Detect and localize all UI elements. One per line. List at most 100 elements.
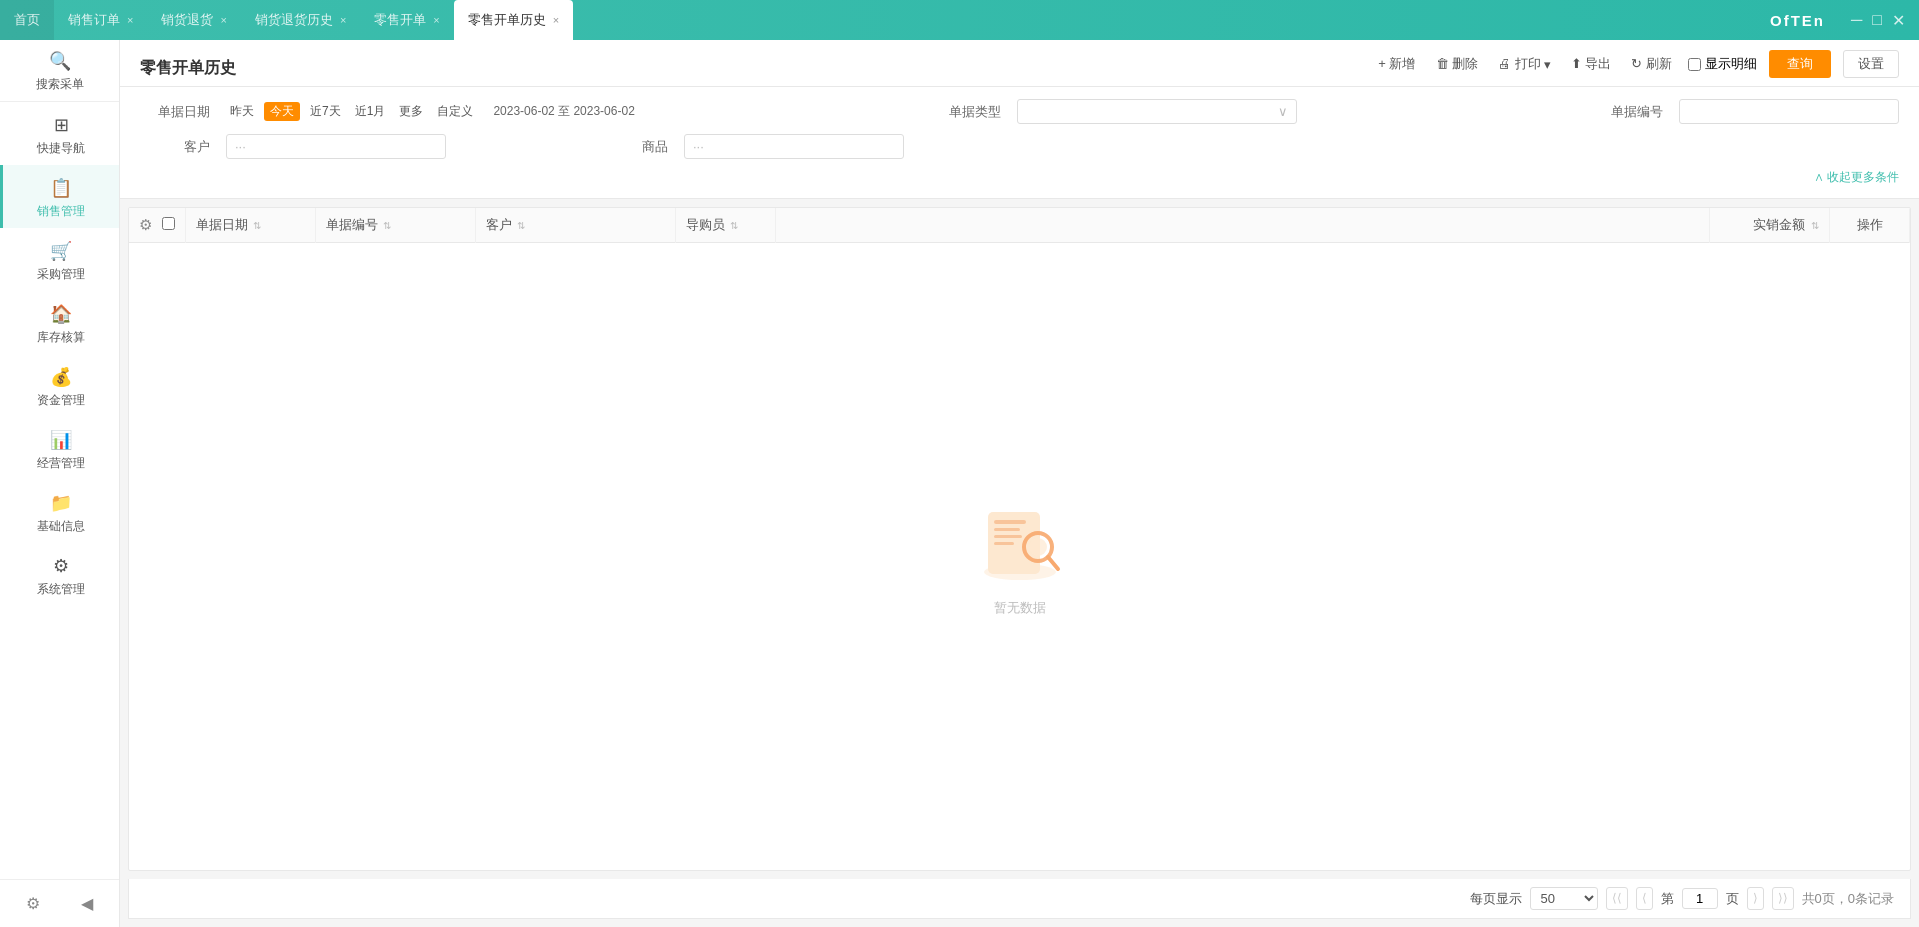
print-button[interactable]: 🖨 打印 ▾ [1494,53,1555,75]
tab-label-retail-open: 零售开单 [374,11,426,29]
tab-close-sales-return-history[interactable]: × [340,14,346,26]
sidebar-item-base-info[interactable]: 📁基础信息 [0,480,119,543]
th-date[interactable]: 单据日期 ⇅ [185,208,315,243]
sidebar-items-container: ⊞快捷导航 📋 销售管理 🛒采购管理🏠库存核算 💰 资金管理 📊经营管理📁基础信息⚙系统管理 [0,102,119,606]
sidebar-settings-icon[interactable]: ⚙ [18,890,48,917]
filter-row-date: 单据日期 昨天今天近7天近1月更多自定义 2023-06-02 至 2023-0… [140,99,1899,124]
display-detail-label: 显示明细 [1705,55,1757,73]
tab-close-retail-open[interactable]: × [433,14,439,26]
th-op-label: 操作 [1857,217,1883,232]
tab-label-sales-return-history: 销货退货历史 [255,11,333,29]
tab-label-retail-history: 零售开单历史 [468,11,546,29]
window-close[interactable]: ✕ [1892,11,1905,30]
sidebar-item-sys-mgmt[interactable]: ⚙系统管理 [0,543,119,606]
date-opt-more[interactable]: 更多 [395,102,427,121]
tab-retail-open[interactable]: 零售开单 × [360,0,453,40]
sidebar-item-sales-mgmt[interactable]: 📋 销售管理 [0,165,119,228]
th-guide-label: 导购员 [686,217,725,232]
sidebar-item-operations[interactable]: 📊经营管理 [0,417,119,480]
date-opt-last1m[interactable]: 近1月 [351,102,390,121]
sidebar-item-purchase-mgmt[interactable]: 🛒采购管理 [0,228,119,291]
svg-rect-2 [994,520,1026,524]
date-opt-yesterday[interactable]: 昨天 [226,102,258,121]
order-type-arrow: ∨ [1278,104,1288,119]
first-page-btn[interactable]: ⟨⟨ [1606,887,1628,910]
th-no-sort[interactable]: ⇅ [383,220,391,231]
th-amount[interactable]: 实销金额 ⇅ [1710,208,1830,243]
product-label: 商品 [598,138,668,156]
delete-button[interactable]: 🗑 删除 [1432,53,1483,75]
page-input[interactable] [1682,888,1718,909]
select-all-checkbox[interactable] [162,217,175,230]
empty-state: 暂无数据 [129,243,1910,870]
print-arrow-icon: ▾ [1544,57,1551,72]
customer-select[interactable]: ··· [226,134,446,159]
settings-button[interactable]: 设置 [1843,50,1899,78]
sidebar-label-finance: 资金管理 [37,392,85,409]
sidebar-label-quick-nav: 快捷导航 [37,140,85,157]
data-table: ⚙ 单据日期 ⇅ 单据编号 ⇅ [129,208,1910,243]
per-page-select[interactable]: 102050100 [1530,887,1598,910]
th-amount-sort[interactable]: ⇅ [1811,220,1819,231]
tab-close-sales-order[interactable]: × [127,14,133,26]
tab-close-retail-history[interactable]: × [553,14,559,26]
sidebar-icon-finance: 💰 [50,366,72,388]
page-suffix: 页 [1726,890,1739,908]
product-select[interactable]: ··· [684,134,904,159]
page-header: 零售开单历史 + 新增 🗑 删除 🖨 打印 ▾ ⬆ 导出 ↻ 刷新 显示明细 查… [120,40,1919,87]
th-customer-sort[interactable]: ⇅ [517,220,525,231]
sidebar-item-finance[interactable]: 💰 资金管理 [0,354,119,417]
sidebar-search-label: 搜索采单 [36,76,84,93]
tab-home[interactable]: 首页 [0,0,54,40]
top-bar: 首页销售订单×销货退货×销货退货历史×零售开单×零售开单历史× OfTEn ─ … [0,0,1919,40]
last-page-btn[interactable]: ⟩⟩ [1772,887,1794,910]
query-button[interactable]: 查询 [1769,50,1831,78]
sidebar-search[interactable]: 🔍 搜索采单 [0,40,119,102]
order-no-input[interactable] [1679,99,1899,124]
collapse-button[interactable]: ∧ 收起更多条件 [1814,169,1899,186]
svg-point-7 [1029,538,1047,556]
display-detail-checkbox[interactable] [1688,58,1701,71]
sidebar-item-quick-nav[interactable]: ⊞快捷导航 [0,102,119,165]
tab-label-sales-order: 销售订单 [68,11,120,29]
tab-retail-history[interactable]: 零售开单历史 × [454,0,573,40]
sidebar-item-inventory[interactable]: 🏠库存核算 [0,291,119,354]
th-guide-sort[interactable]: ⇅ [730,220,738,231]
svg-rect-3 [994,528,1020,531]
display-detail-toggle[interactable]: 显示明细 [1688,55,1757,73]
sidebar-label-purchase-mgmt: 采购管理 [37,266,85,283]
th-date-sort[interactable]: ⇅ [253,220,261,231]
tab-sales-order[interactable]: 销售订单 × [54,0,147,40]
date-opt-today[interactable]: 今天 [264,102,300,121]
refresh-button[interactable]: ↻ 刷新 [1627,53,1676,75]
th-check: ⚙ [129,208,185,243]
top-tabs: 首页销售订单×销货退货×销货退货历史×零售开单×零售开单历史× [0,0,1770,40]
order-type-select[interactable]: ∨ [1017,99,1297,124]
sidebar-icon-sys-mgmt: ⚙ [53,555,69,577]
prev-page-btn[interactable]: ⟨ [1636,887,1653,910]
th-no[interactable]: 单据编号 ⇅ [315,208,475,243]
export-button[interactable]: ⬆ 导出 [1567,53,1616,75]
window-maximize[interactable]: □ [1872,11,1882,29]
page-title: 零售开单历史 [140,58,236,79]
th-customer[interactable]: 客户 ⇅ [475,208,675,243]
tab-sales-return-history[interactable]: 销货退货历史 × [241,0,360,40]
top-bar-right: OfTEn ─ □ ✕ [1770,11,1919,30]
table-container: ⚙ 单据日期 ⇅ 单据编号 ⇅ [128,207,1911,871]
tab-sales-return[interactable]: 销货退货× [147,0,240,40]
th-date-label: 单据日期 [196,217,248,232]
window-minimize[interactable]: ─ [1851,11,1862,29]
tab-close-sales-return[interactable]: × [220,14,226,26]
settings-icon[interactable]: ⚙ [139,216,152,233]
next-page-btn[interactable]: ⟩ [1747,887,1764,910]
new-button[interactable]: + 新增 [1374,53,1419,75]
sidebar-label-base-info: 基础信息 [37,518,85,535]
sidebar-collapse-icon[interactable]: ◀ [73,890,101,917]
date-opt-last7[interactable]: 近7天 [306,102,345,121]
date-opt-custom[interactable]: 自定义 [433,102,477,121]
sidebar-bottom: ⚙ ◀ [0,879,119,927]
sidebar-label-sales-mgmt: 销售管理 [37,203,85,220]
sidebar-icon-sales-mgmt: 📋 [50,177,72,199]
sidebar-label-inventory: 库存核算 [37,329,85,346]
th-guide[interactable]: 导购员 ⇅ [675,208,775,243]
